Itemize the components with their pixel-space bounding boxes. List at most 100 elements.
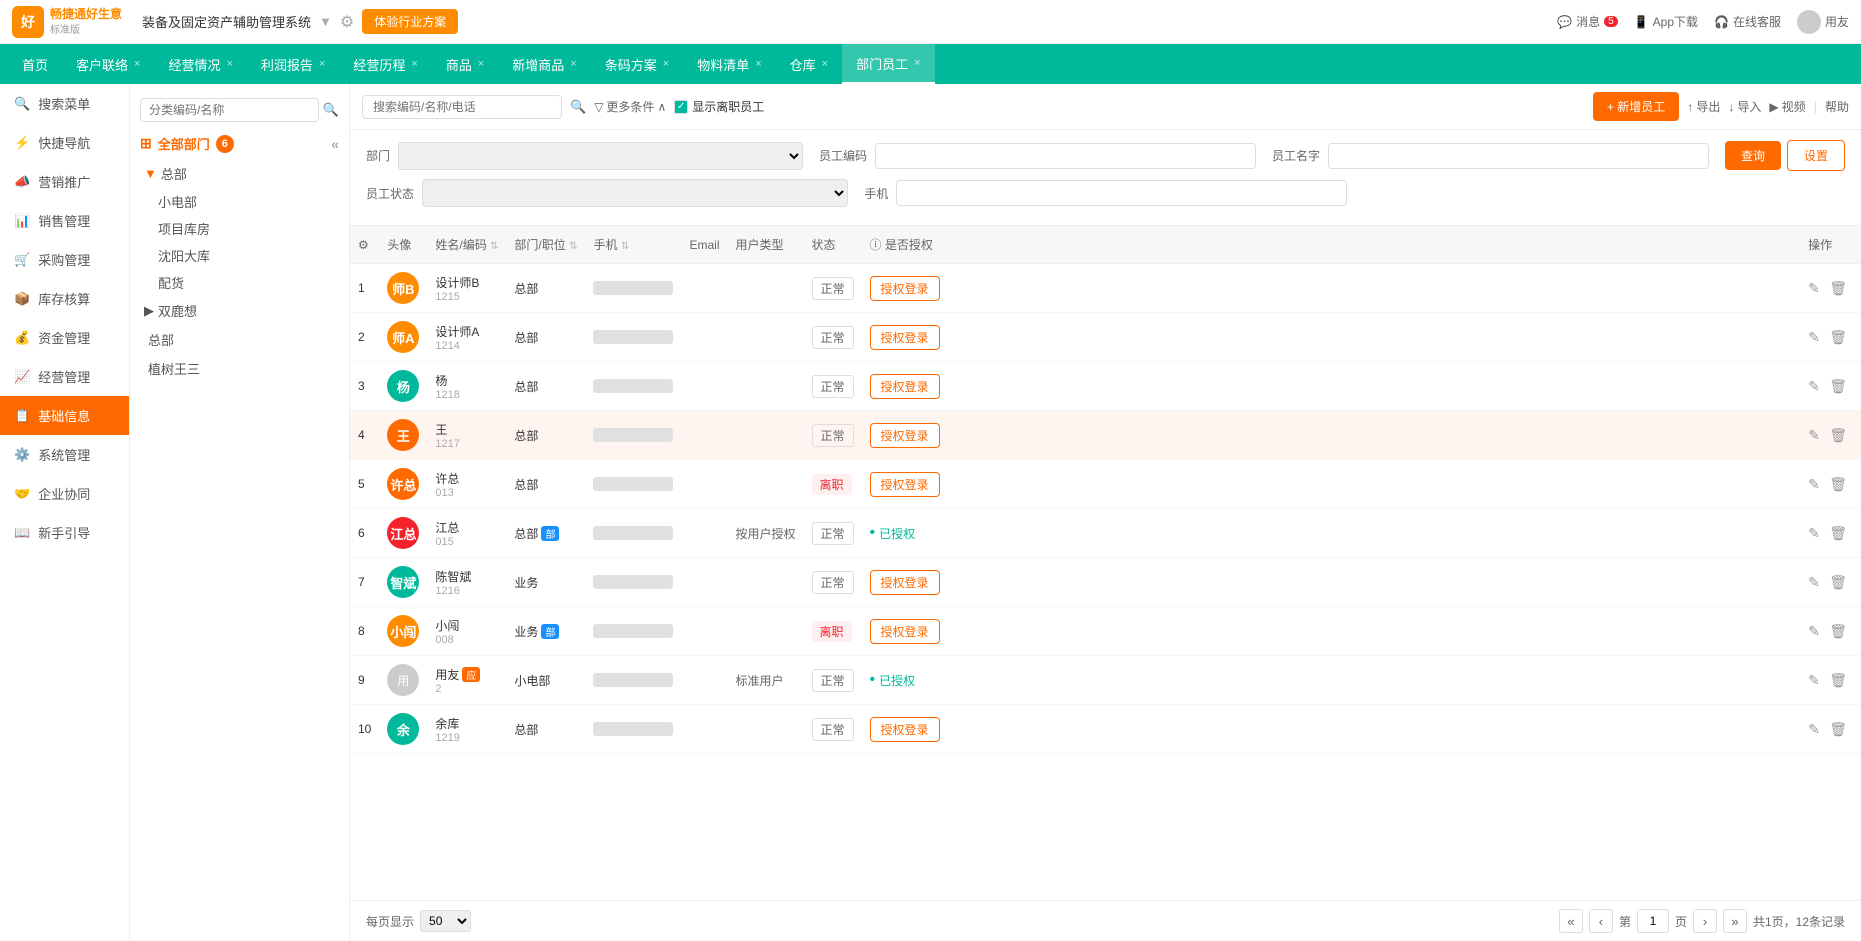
nav-tab-situation[interactable]: 经营情况 × xyxy=(154,44,246,84)
sidebar-item-system[interactable]: ⚙️ 系统管理 xyxy=(0,435,129,474)
next-page-button[interactable]: › xyxy=(1693,909,1717,933)
message-button[interactable]: 💬 消息 5 xyxy=(1557,13,1618,30)
query-button[interactable]: 查询 xyxy=(1725,141,1781,170)
col-dept[interactable]: 部门/职位 ⇅ xyxy=(506,226,585,264)
delete-button[interactable]: 🗑 xyxy=(1829,525,1847,541)
tree-child-project[interactable]: 项目库房 xyxy=(130,215,349,242)
nav-tab-home[interactable]: 首页 xyxy=(8,44,62,84)
collapse-icon[interactable]: « xyxy=(331,136,339,152)
sidebar-item-search[interactable]: 🔍 搜索菜单 xyxy=(0,84,129,123)
auth-login-button[interactable]: 授权登录 xyxy=(870,276,940,301)
sidebar-item-collab[interactable]: 🤝 企业协同 xyxy=(0,474,129,513)
sidebar-item-basic-info[interactable]: 📋 基础信息 xyxy=(0,396,129,435)
sidebar-item-sales[interactable]: 📊 销售管理 xyxy=(0,201,129,240)
all-dept-label[interactable]: 全部部门 xyxy=(158,134,210,153)
auth-login-button[interactable]: 授权登录 xyxy=(870,472,940,497)
dropdown-icon[interactable]: ▼ xyxy=(319,14,332,29)
nav-tab-profit[interactable]: 利润报告 × xyxy=(247,44,339,84)
tree-node-shuanglu[interactable]: ▶ 双鹿想 xyxy=(130,296,349,325)
tree-node-zongbu[interactable]: 总部 xyxy=(130,325,349,354)
tree-search-icon[interactable]: 🔍 xyxy=(323,102,339,118)
dept-count-icon[interactable]: 6 xyxy=(216,135,234,153)
tree-child-shenyang[interactable]: 沈阳大库 xyxy=(130,242,349,269)
edit-button[interactable]: ✎ xyxy=(1808,476,1820,492)
delete-button[interactable]: 🗑 xyxy=(1829,476,1847,492)
delete-button[interactable]: 🗑 xyxy=(1829,721,1847,737)
auth-login-button[interactable]: 授权登录 xyxy=(870,423,940,448)
tree-node-headquarters[interactable]: ▼ 总部 xyxy=(130,159,349,188)
auth-login-button[interactable]: 授权登录 xyxy=(870,325,940,350)
auth-login-button[interactable]: 授权登录 xyxy=(870,619,940,644)
service-button[interactable]: 🎧 在线客服 xyxy=(1714,13,1781,30)
sidebar-item-operations[interactable]: 📈 经营管理 xyxy=(0,357,129,396)
nav-tab-employee[interactable]: 部门员工 × xyxy=(842,44,934,84)
delete-button[interactable]: 🗑 xyxy=(1829,623,1847,639)
delete-button[interactable]: 🗑 xyxy=(1829,672,1847,688)
close-icon[interactable]: × xyxy=(663,58,669,70)
nav-tab-history[interactable]: 经营历程 × xyxy=(339,44,431,84)
gear-icon[interactable]: ⚙ xyxy=(340,12,354,32)
close-icon[interactable]: × xyxy=(570,58,576,70)
add-employee-button[interactable]: + 新增员工 xyxy=(1593,92,1679,121)
edit-button[interactable]: ✎ xyxy=(1808,525,1820,541)
search-input[interactable] xyxy=(362,95,562,119)
first-page-button[interactable]: « xyxy=(1559,909,1583,933)
nav-tab-bom[interactable]: 物料清单 × xyxy=(683,44,775,84)
edit-button[interactable]: ✎ xyxy=(1808,427,1820,443)
delete-button[interactable]: 🗑 xyxy=(1829,280,1847,296)
settings-icon[interactable]: ⚙ xyxy=(358,238,369,252)
close-icon[interactable]: × xyxy=(914,57,920,69)
delete-button[interactable]: 🗑 xyxy=(1829,378,1847,394)
view-button[interactable]: ▶ 视频 xyxy=(1769,98,1805,115)
sidebar-item-nav[interactable]: ⚡ 快捷导航 xyxy=(0,123,129,162)
sidebar-item-marketing[interactable]: 📣 营销推广 xyxy=(0,162,129,201)
prev-page-button[interactable]: ‹ xyxy=(1589,909,1613,933)
col-gear[interactable]: ⚙ xyxy=(350,226,379,264)
trial-button[interactable]: 体验行业方案 xyxy=(362,9,458,34)
nav-tab-new-product[interactable]: 新增商品 × xyxy=(498,44,590,84)
delete-button[interactable]: 🗑 xyxy=(1829,329,1847,345)
search-icon[interactable]: 🔍 xyxy=(570,99,586,115)
auth-login-button[interactable]: 授权登录 xyxy=(870,570,940,595)
close-icon[interactable]: × xyxy=(822,58,828,70)
edit-button[interactable]: ✎ xyxy=(1808,721,1820,737)
edit-button[interactable]: ✎ xyxy=(1808,672,1820,688)
phone-input[interactable] xyxy=(896,180,1346,206)
nav-tab-customer[interactable]: 客户联络 × xyxy=(62,44,154,84)
emp-code-input[interactable] xyxy=(875,143,1256,169)
edit-button[interactable]: ✎ xyxy=(1808,378,1820,394)
sidebar-item-finance[interactable]: 💰 资金管理 xyxy=(0,318,129,357)
auth-login-button[interactable]: 授权登录 xyxy=(870,717,940,742)
nav-tab-product[interactable]: 商品 × xyxy=(432,44,498,84)
close-icon[interactable]: × xyxy=(134,58,140,70)
col-name[interactable]: 姓名/编码 ⇅ xyxy=(427,226,506,264)
page-input[interactable] xyxy=(1637,909,1669,933)
edit-button[interactable]: ✎ xyxy=(1808,574,1820,590)
per-page-select[interactable]: 50 100 xyxy=(420,910,471,932)
export-button[interactable]: ↑ 导出 xyxy=(1687,98,1720,115)
delete-button[interactable]: 🗑 xyxy=(1829,427,1847,443)
last-page-button[interactable]: » xyxy=(1723,909,1747,933)
import-button[interactable]: ↓ 导入 xyxy=(1728,98,1761,115)
auth-login-button[interactable]: 授权登录 xyxy=(870,374,940,399)
sidebar-item-purchase[interactable]: 🛒 采购管理 xyxy=(0,240,129,279)
close-icon[interactable]: × xyxy=(478,58,484,70)
set-button[interactable]: 设置 xyxy=(1787,140,1845,171)
help-button[interactable]: 帮助 xyxy=(1825,98,1849,115)
nav-tab-warehouse[interactable]: 仓库 × xyxy=(776,44,842,84)
tree-child-distribution[interactable]: 配货 xyxy=(130,269,349,296)
tree-child-xiaodian[interactable]: 小电部 xyxy=(130,188,349,215)
app-download-button[interactable]: 📱 App下载 xyxy=(1634,13,1698,30)
emp-name-input[interactable] xyxy=(1328,143,1709,169)
more-conditions-button[interactable]: ▽ 更多条件 ∧ xyxy=(594,98,666,115)
close-icon[interactable]: × xyxy=(226,58,232,70)
close-icon[interactable]: × xyxy=(755,58,761,70)
nav-tab-barcode[interactable]: 条码方案 × xyxy=(591,44,683,84)
dept-select[interactable] xyxy=(398,142,803,170)
edit-button[interactable]: ✎ xyxy=(1808,280,1820,296)
user-button[interactable]: 用友 xyxy=(1797,10,1849,34)
sidebar-item-inventory[interactable]: 📦 库存核算 xyxy=(0,279,129,318)
close-icon[interactable]: × xyxy=(411,58,417,70)
sidebar-item-guide[interactable]: 📖 新手引导 xyxy=(0,513,129,552)
emp-status-select[interactable] xyxy=(422,179,848,207)
